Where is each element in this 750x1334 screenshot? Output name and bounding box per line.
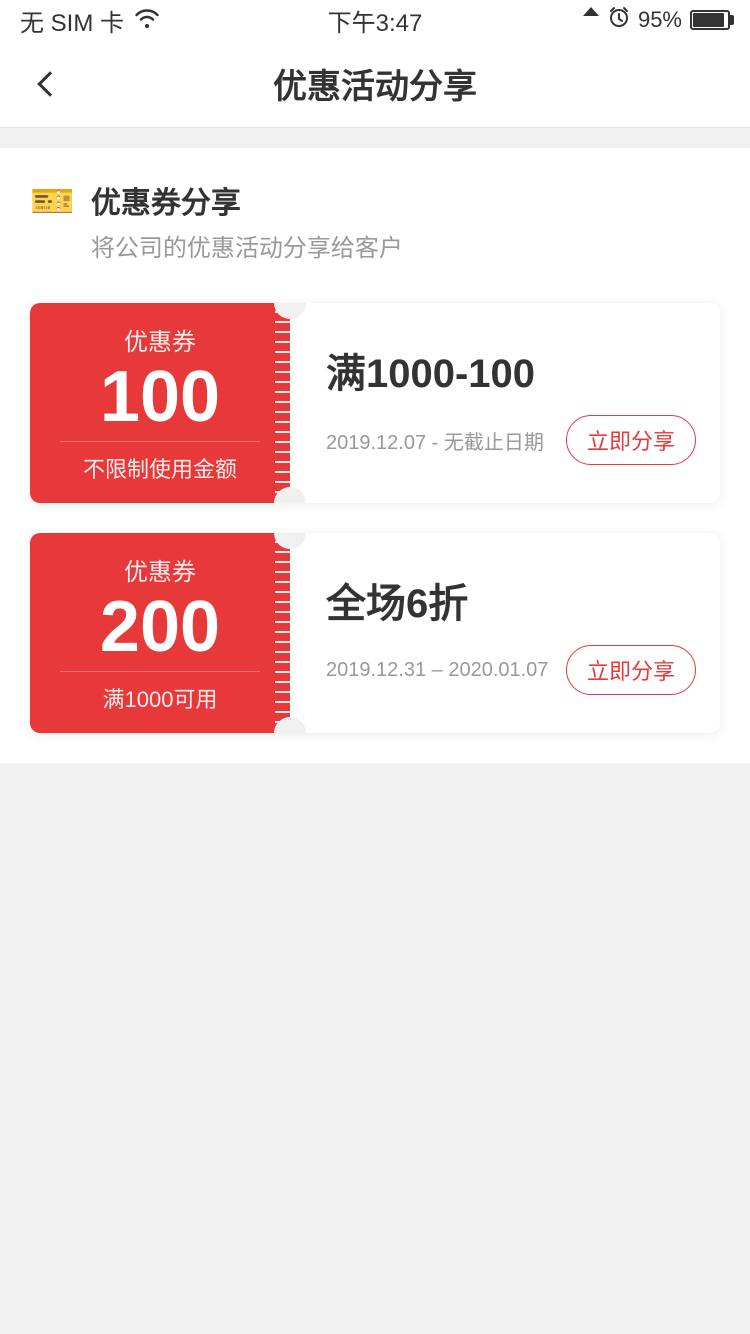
section-text: 优惠券分享 将公司的优惠活动分享给客户 xyxy=(91,178,403,263)
coupon-share-icon: 🎫 xyxy=(30,180,75,222)
back-arrow-icon xyxy=(37,71,62,96)
coupon-left-2: 优惠券 200 满1000可用 xyxy=(30,533,290,733)
coupon-date-1: 2019.12.07 - 无截止日期 xyxy=(326,426,556,455)
carrier-text: 无 SIM 卡 xyxy=(20,3,124,38)
section-header: 🎫 优惠券分享 将公司的优惠活动分享给客户 xyxy=(0,148,750,283)
back-button[interactable] xyxy=(30,64,70,104)
share-button-1[interactable]: 立即分享 xyxy=(566,415,696,465)
status-right: 95% xyxy=(582,6,730,34)
status-bar: 无 SIM 卡 下午3:47 95% xyxy=(0,0,750,40)
coupon-info-row-2: 2019.12.31 – 2020.01.07 立即分享 xyxy=(326,645,696,695)
section-title: 优惠券分享 xyxy=(91,178,403,222)
wifi-icon xyxy=(134,6,160,35)
status-time: 下午3:47 xyxy=(328,3,423,38)
coupon-condition-2: 满1000可用 xyxy=(93,682,228,714)
share-button-2[interactable]: 立即分享 xyxy=(566,645,696,695)
coupon-value-2: 200 xyxy=(100,591,220,663)
coupon-card-1: 优惠券 100 不限制使用金额 满1000-100 2019.12.07 - 无… xyxy=(30,303,720,503)
coupon-list: 优惠券 100 不限制使用金额 满1000-100 2019.12.07 - 无… xyxy=(0,283,750,763)
battery-icon xyxy=(690,10,730,30)
location-icon xyxy=(582,6,600,34)
coupon-divider-1 xyxy=(60,441,260,442)
alarm-icon xyxy=(608,6,630,34)
coupon-right-1: 满1000-100 2019.12.07 - 无截止日期 立即分享 xyxy=(290,303,720,503)
coupon-name-2: 全场6折 xyxy=(326,571,696,629)
coupon-divider-2 xyxy=(60,671,260,672)
battery-percent: 95% xyxy=(638,7,682,33)
coupon-info-row-1: 2019.12.07 - 无截止日期 立即分享 xyxy=(326,415,696,465)
coupon-name-1: 满1000-100 xyxy=(326,341,696,399)
coupon-label-2: 优惠券 xyxy=(124,552,196,587)
coupon-label-1: 优惠券 xyxy=(124,322,196,357)
section-subtitle: 将公司的优惠活动分享给客户 xyxy=(91,228,403,263)
section-gap-top xyxy=(0,128,750,148)
status-left: 无 SIM 卡 xyxy=(20,3,160,38)
coupon-condition-1: 不限制使用金额 xyxy=(73,452,247,484)
coupon-value-1: 100 xyxy=(100,361,220,433)
coupon-right-2: 全场6折 2019.12.31 – 2020.01.07 立即分享 xyxy=(290,533,720,733)
nav-bar: 优惠活动分享 xyxy=(0,40,750,128)
page-title: 优惠活动分享 xyxy=(273,59,477,108)
coupon-left-1: 优惠券 100 不限制使用金额 xyxy=(30,303,290,503)
coupon-card-2: 优惠券 200 满1000可用 全场6折 2019.12.31 – 2020.0… xyxy=(30,533,720,733)
coupon-date-2: 2019.12.31 – 2020.01.07 xyxy=(326,659,556,682)
